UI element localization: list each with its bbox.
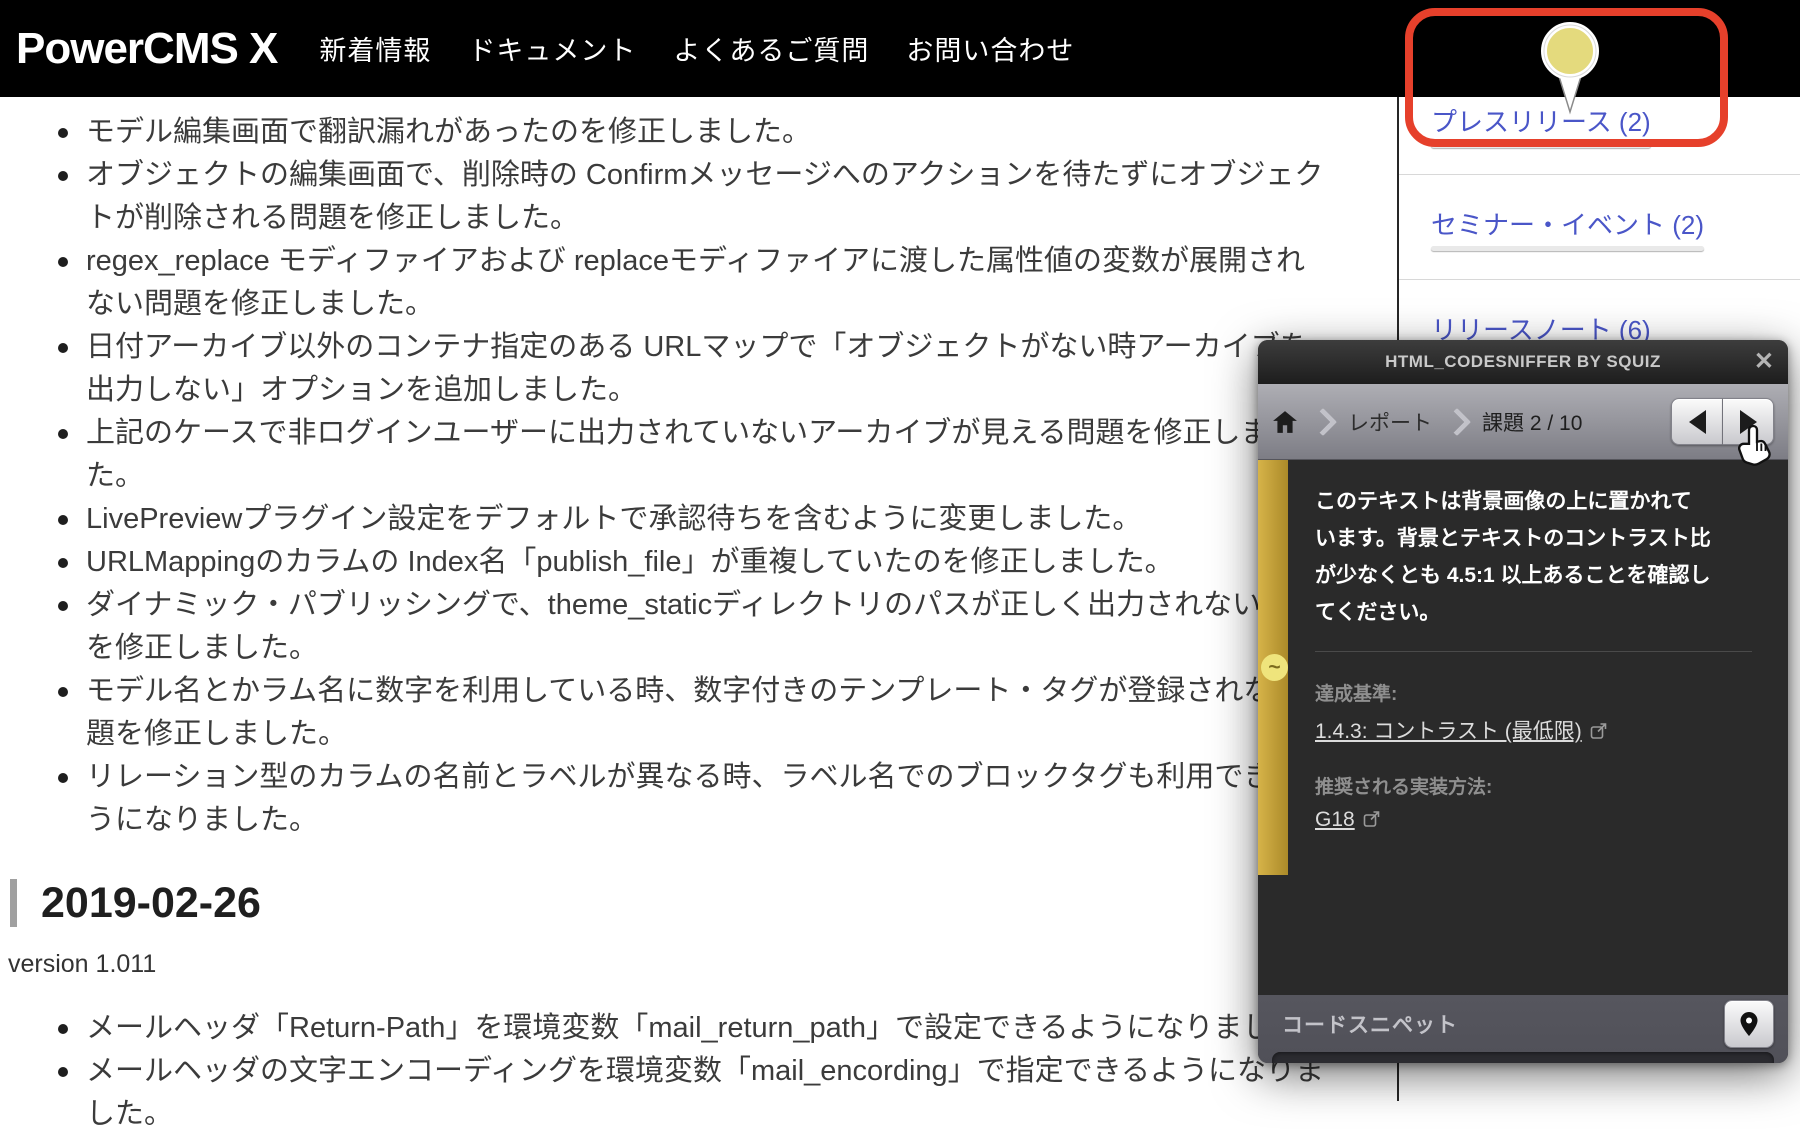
list-item: URLMappingのカラムの Index名「publish_file」が重複し… — [56, 541, 1331, 584]
seminar-event-link[interactable]: セミナー・イベント (2) — [1431, 205, 1704, 251]
codesniffer-titlebar[interactable]: HTML_CODESNIFFER BY SQUIZ ✕ — [1258, 340, 1788, 384]
release-notes-list-2: メールヘッダ「Return-Path」を環境変数「mail_return_pat… — [56, 1007, 1336, 1136]
site-logo[interactable]: PowerCMS X — [16, 24, 277, 74]
point-to-element-button[interactable] — [1724, 1000, 1774, 1048]
main-content: モデル編集画面で翻訳漏れがあったのを修正しました。 オブジェクトの編集画面で、削… — [0, 97, 1397, 1136]
breadcrumb-report[interactable]: レポート — [1348, 407, 1432, 437]
issue-nav-buttons — [1671, 398, 1774, 445]
home-icon[interactable] — [1272, 410, 1298, 434]
top-nav: 新着情報 ドキュメント よくあるご質問 お問い合わせ — [319, 29, 1111, 68]
codesniffer-title: HTML_CODESNIFFER BY SQUIZ — [1258, 340, 1788, 384]
list-item: モデル名とかラム名に数字を利用している時、数字付きのテンプレート・タグが登録され… — [56, 670, 1331, 756]
list-item: モデル編集画面で翻訳漏れがあったのを修正しました。 — [56, 111, 1331, 154]
nav-item-contact[interactable]: お問い合わせ — [906, 29, 1074, 68]
list-item: LivePreviewプラグイン設定をデフォルトで承認待ちを含むように変更しまし… — [56, 498, 1331, 541]
list-item: 上記のケースで非ログインユーザーに出力されていないアーカイブが見える問題を修正し… — [56, 412, 1331, 498]
press-release-link[interactable]: プレスリリース (2) — [1431, 102, 1651, 148]
next-issue-button[interactable] — [1723, 398, 1774, 445]
code-snippet-label: コードスニペット — [1282, 1009, 1458, 1039]
close-icon[interactable]: ✕ — [1754, 340, 1774, 384]
success-criteria-link[interactable]: 1.4.3: コントラスト (最低限) — [1315, 715, 1582, 745]
nav-item-faq[interactable]: よくあるご質問 — [673, 29, 869, 68]
list-item: メールヘッダ「Return-Path」を環境変数「mail_return_pat… — [56, 1007, 1331, 1050]
list-item: regex_replace モディファイアおよび replaceモディファイアに… — [56, 240, 1331, 326]
warning-badge-icon: ~ — [1261, 654, 1288, 681]
triangle-right-icon — [1740, 410, 1757, 434]
technique-g18-link[interactable]: G18 — [1315, 808, 1355, 832]
release-notes-list: モデル編集画面で翻訳漏れがあったのを修正しました。 オブジェクトの編集画面で、削… — [56, 111, 1336, 842]
codesniffer-panel: HTML_CODESNIFFER BY SQUIZ ✕ レポート 課題 2 / … — [1258, 340, 1788, 1063]
codesniffer-issue-body: ~ このテキストは背景画像の上に置かれています。背景とテキストのコントラスト比が… — [1258, 460, 1788, 875]
triangle-left-icon — [1689, 410, 1706, 434]
list-item: オブジェクトの編集画面で、削除時の Confirmメッセージへのアクションを待た… — [56, 154, 1331, 240]
previous-issue-button[interactable] — [1671, 398, 1723, 445]
version-label: version 1.011 — [8, 950, 1397, 979]
list-item: ダイナミック・パブリッシングで、theme_staticディレクトリのパスが正し… — [56, 584, 1331, 670]
success-criteria-label: 達成基準: — [1315, 679, 1788, 706]
divider — [1315, 651, 1752, 652]
techniques-label: 推奨される実装方法: — [1315, 772, 1788, 799]
nav-item-news[interactable]: 新着情報 — [319, 29, 431, 68]
chevron-right-icon — [1309, 407, 1337, 435]
site-header: PowerCMS X 新着情報 ドキュメント よくあるご質問 お問い合わせ — [0, 0, 1800, 97]
external-link-icon — [1590, 722, 1608, 740]
breadcrumb-issue-count: 課題 2 / 10 — [1482, 407, 1582, 437]
release-date-heading: 2019-02-26 — [10, 879, 1397, 927]
nav-item-documents[interactable]: ドキュメント — [468, 29, 636, 68]
list-item: リレーション型のカラムの名前とラベルが異なる時、ラベル名でのブロックタグも利用で… — [56, 756, 1331, 842]
list-item: 日付アーカイブ以外のコンテナ指定のある URLマップで「オブジェクトがない時アー… — [56, 326, 1331, 412]
sidebar-item-press-release: プレスリリース (2) — [1399, 97, 1800, 175]
location-pin-icon — [1737, 1011, 1761, 1037]
chevron-right-icon — [1443, 407, 1471, 435]
codesniffer-breadcrumb: レポート 課題 2 / 10 — [1258, 384, 1788, 460]
code-snippet-content[interactable]: <a href="https://powercmsx.jp/event/inde… — [1272, 1052, 1774, 1063]
sidebar-item-seminar-event: セミナー・イベント (2) — [1399, 175, 1800, 280]
code-snippet-section: コードスニペット <a href="https://powercmsx.jp/e… — [1258, 995, 1788, 1063]
issue-message: このテキストは背景画像の上に置かれています。背景とテキストのコントラスト比が少な… — [1315, 483, 1711, 631]
external-link-icon — [1363, 810, 1381, 828]
list-item: メールヘッダの文字エンコーディングを環境変数「mail_encording」で指… — [56, 1050, 1331, 1136]
